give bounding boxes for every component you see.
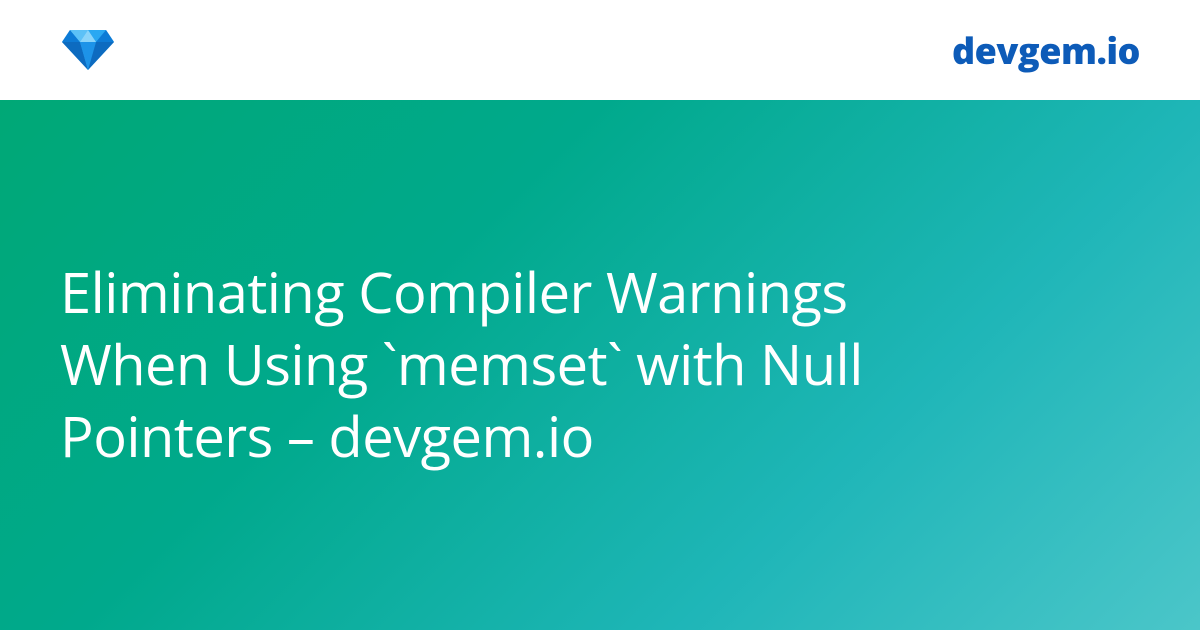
hero-panel: Eliminating Compiler Warnings When Using… [0,100,1200,630]
page-title: Eliminating Compiler Warnings When Using… [60,257,930,472]
brand-text: devgem.io [952,26,1140,75]
logo [60,24,116,77]
gem-icon [60,24,116,77]
header-bar: devgem.io [0,0,1200,100]
og-card: devgem.io Eliminating Compiler Warnings … [0,0,1200,630]
